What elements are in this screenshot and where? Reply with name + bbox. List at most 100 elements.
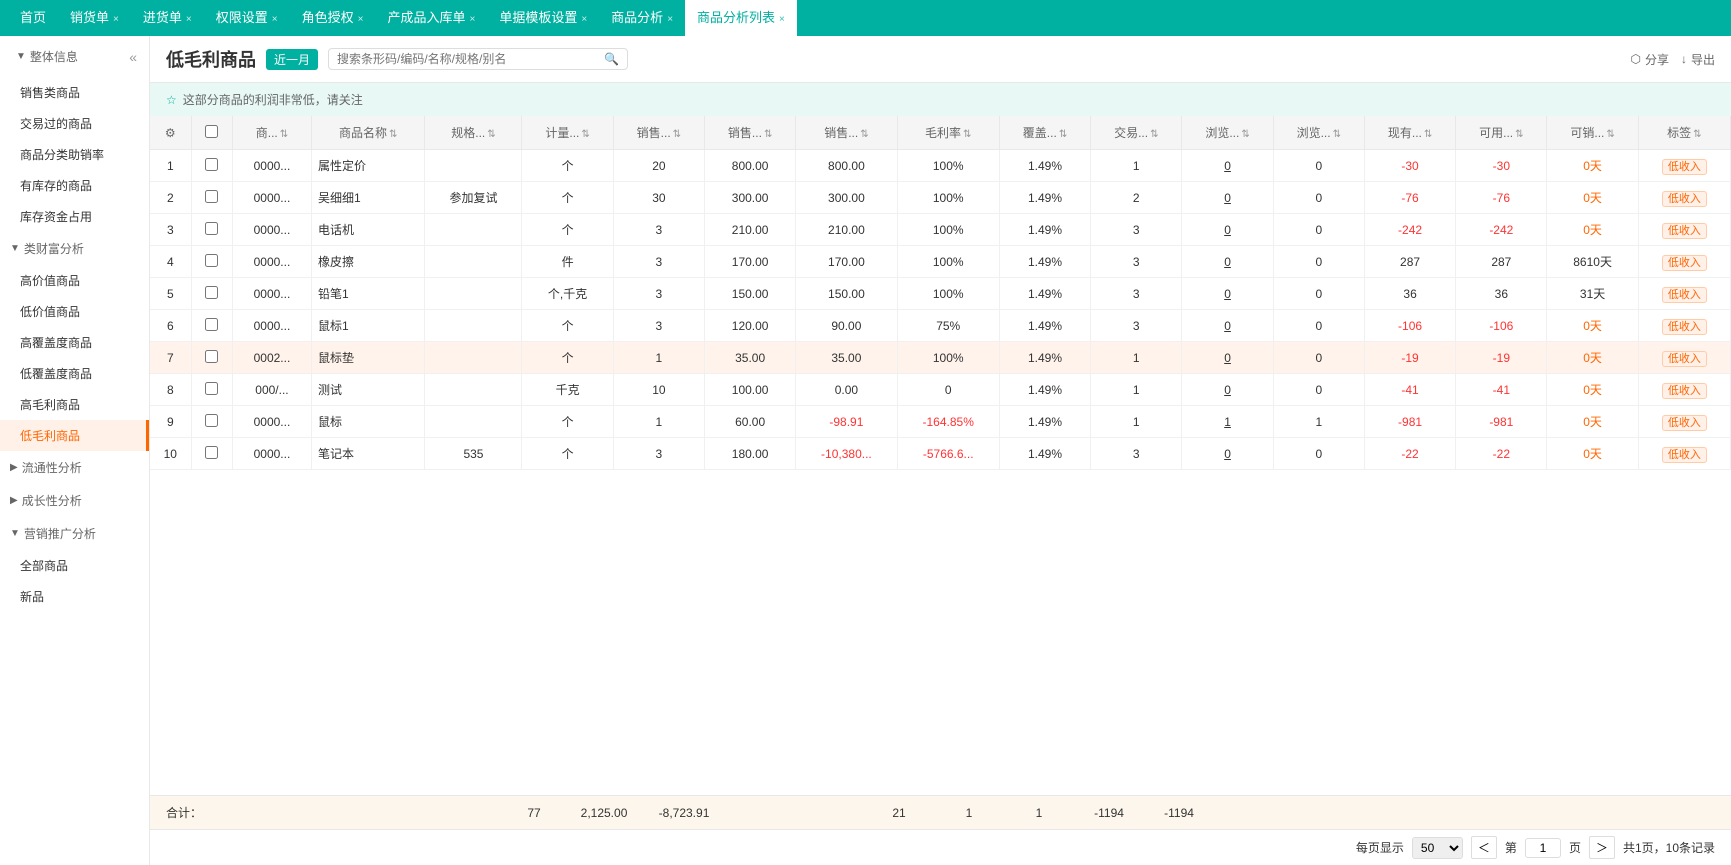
row-select-checkbox[interactable]: [205, 158, 218, 171]
col-browse2[interactable]: 浏览...⇅: [1273, 116, 1364, 150]
col-sales-price[interactable]: 销售...⇅: [705, 116, 796, 150]
sidebar-item-high-margin[interactable]: 高毛利商品: [0, 389, 149, 420]
row-browse1[interactable]: 0: [1182, 214, 1273, 246]
row-checkbox[interactable]: [191, 150, 232, 182]
col-spec[interactable]: 规格...⇅: [425, 116, 522, 150]
nav-finished-goods[interactable]: 产成品入库单×: [375, 0, 487, 36]
row-name[interactable]: 测试: [311, 374, 425, 406]
row-name[interactable]: 铅笔1: [311, 278, 425, 310]
nav-template-settings[interactable]: 单据模板设置×: [487, 0, 599, 36]
sidebar-item-sales-goods[interactable]: 销售类商品: [0, 77, 149, 108]
nav-purchase-order[interactable]: 进货单×: [131, 0, 204, 36]
row-gross-rate: 0: [897, 374, 999, 406]
sidebar-item-high-coverage[interactable]: 高覆盖度商品: [0, 327, 149, 358]
row-checkbox[interactable]: [191, 246, 232, 278]
share-button[interactable]: ⬡ 分享: [1630, 51, 1669, 68]
col-current-stock[interactable]: 现有...⇅: [1364, 116, 1455, 150]
sidebar-item-category-rate[interactable]: 商品分类助销率: [0, 139, 149, 170]
col-settings[interactable]: ⚙: [150, 116, 191, 150]
row-name[interactable]: 电话机: [311, 214, 425, 246]
row-browse1[interactable]: 0: [1182, 278, 1273, 310]
nav-sales-order[interactable]: 销货单×: [58, 0, 131, 36]
row-select-checkbox[interactable]: [205, 446, 218, 459]
sidebar-item-high-value[interactable]: 高价值商品: [0, 265, 149, 296]
sidebar-item-traded-goods[interactable]: 交易过的商品: [0, 108, 149, 139]
row-name[interactable]: 鼠标垫: [311, 342, 425, 374]
row-checkbox[interactable]: [191, 438, 232, 470]
sidebar-item-low-coverage[interactable]: 低覆盖度商品: [0, 358, 149, 389]
select-all-checkbox[interactable]: [205, 125, 218, 138]
row-checkbox[interactable]: [191, 310, 232, 342]
row-cover-rate: 1.49%: [999, 278, 1090, 310]
nav-product-analysis-list[interactable]: 商品分析列表×: [685, 0, 797, 36]
sidebar-group-wealth[interactable]: ▼ 类财富分析: [0, 232, 149, 265]
col-tag[interactable]: 标签⇅: [1638, 116, 1730, 150]
col-code[interactable]: 商...⇅: [232, 116, 311, 150]
sidebar-collapse-button[interactable]: «: [123, 47, 143, 67]
sidebar-item-low-margin[interactable]: 低毛利商品: [0, 420, 149, 451]
row-name[interactable]: 笔记本: [311, 438, 425, 470]
row-browse1[interactable]: 0: [1182, 310, 1273, 342]
col-sales-amount[interactable]: 销售...⇅: [796, 116, 897, 150]
row-checkbox[interactable]: [191, 406, 232, 438]
sidebar-group-circulation[interactable]: ▶ 流通性分析: [0, 451, 149, 484]
row-browse1[interactable]: 0: [1182, 246, 1273, 278]
col-available[interactable]: 可用...⇅: [1456, 116, 1547, 150]
next-page-button[interactable]: ＞: [1589, 836, 1615, 859]
row-select-checkbox[interactable]: [205, 382, 218, 395]
col-trade-count[interactable]: 交易...⇅: [1091, 116, 1182, 150]
row-checkbox[interactable]: [191, 374, 232, 406]
row-checkbox[interactable]: [191, 214, 232, 246]
row-browse1[interactable]: 0: [1182, 342, 1273, 374]
row-browse1[interactable]: 0: [1182, 150, 1273, 182]
row-select-checkbox[interactable]: [205, 318, 218, 331]
sidebar-item-stock-capital[interactable]: 库存资金占用: [0, 201, 149, 232]
page-number-input[interactable]: [1525, 838, 1561, 858]
row-select-checkbox[interactable]: [205, 286, 218, 299]
row-browse1[interactable]: 1: [1182, 406, 1273, 438]
row-select-checkbox[interactable]: [205, 222, 218, 235]
col-cover-rate[interactable]: 覆盖...⇅: [999, 116, 1090, 150]
sidebar-item-all-goods[interactable]: 全部商品: [0, 550, 149, 581]
col-name[interactable]: 商品名称⇅: [311, 116, 425, 150]
col-saleable[interactable]: 可销...⇅: [1547, 116, 1638, 150]
sidebar-group-marketing[interactable]: ▼ 营销推广分析: [0, 517, 149, 550]
sidebar-item-low-value[interactable]: 低价值商品: [0, 296, 149, 327]
prev-page-button[interactable]: ＜: [1471, 836, 1497, 859]
row-browse1[interactable]: 0: [1182, 374, 1273, 406]
sidebar-item-new-goods[interactable]: 新品: [0, 581, 149, 612]
row-name[interactable]: 鼠标: [311, 406, 425, 438]
row-select-checkbox[interactable]: [205, 414, 218, 427]
time-range-button[interactable]: 近一月: [266, 49, 318, 70]
nav-permission-settings[interactable]: 权限设置×: [204, 0, 290, 36]
row-name[interactable]: 吴细细1: [311, 182, 425, 214]
col-checkbox[interactable]: [191, 116, 232, 150]
row-browse1[interactable]: 0: [1182, 438, 1273, 470]
row-select-checkbox[interactable]: [205, 190, 218, 203]
nav-home[interactable]: 首页: [8, 0, 58, 36]
row-checkbox[interactable]: [191, 278, 232, 310]
per-page-select[interactable]: 50 100 200: [1412, 837, 1463, 859]
nav-role-auth[interactable]: 角色授权×: [290, 0, 376, 36]
nav-product-analysis[interactable]: 商品分析×: [599, 0, 685, 36]
export-button[interactable]: ↓ 导出: [1681, 51, 1715, 68]
sidebar-item-stocked-goods[interactable]: 有库存的商品: [0, 170, 149, 201]
sidebar-group-overall[interactable]: ▼ 整体信息: [6, 40, 88, 73]
col-unit[interactable]: 计量...⇅: [522, 116, 613, 150]
row-name[interactable]: 属性定价: [311, 150, 425, 182]
row-browse1[interactable]: 0: [1182, 182, 1273, 214]
search-input[interactable]: [337, 52, 600, 66]
row-name[interactable]: 鼠标1: [311, 310, 425, 342]
row-select-checkbox[interactable]: [205, 254, 218, 267]
row-checkbox[interactable]: [191, 342, 232, 374]
row-tag: 低收入: [1638, 438, 1730, 470]
col-browse1[interactable]: 浏览...⇅: [1182, 116, 1273, 150]
row-select-checkbox[interactable]: [205, 350, 218, 363]
search-icon[interactable]: 🔍: [604, 52, 619, 66]
col-sales-qty[interactable]: 销售...⇅: [613, 116, 704, 150]
col-gross-rate[interactable]: 毛利率⇅: [897, 116, 999, 150]
sidebar-group-growth[interactable]: ▶ 成长性分析: [0, 484, 149, 517]
row-checkbox[interactable]: [191, 182, 232, 214]
row-name[interactable]: 橡皮擦: [311, 246, 425, 278]
row-trade-count: 3: [1091, 310, 1182, 342]
